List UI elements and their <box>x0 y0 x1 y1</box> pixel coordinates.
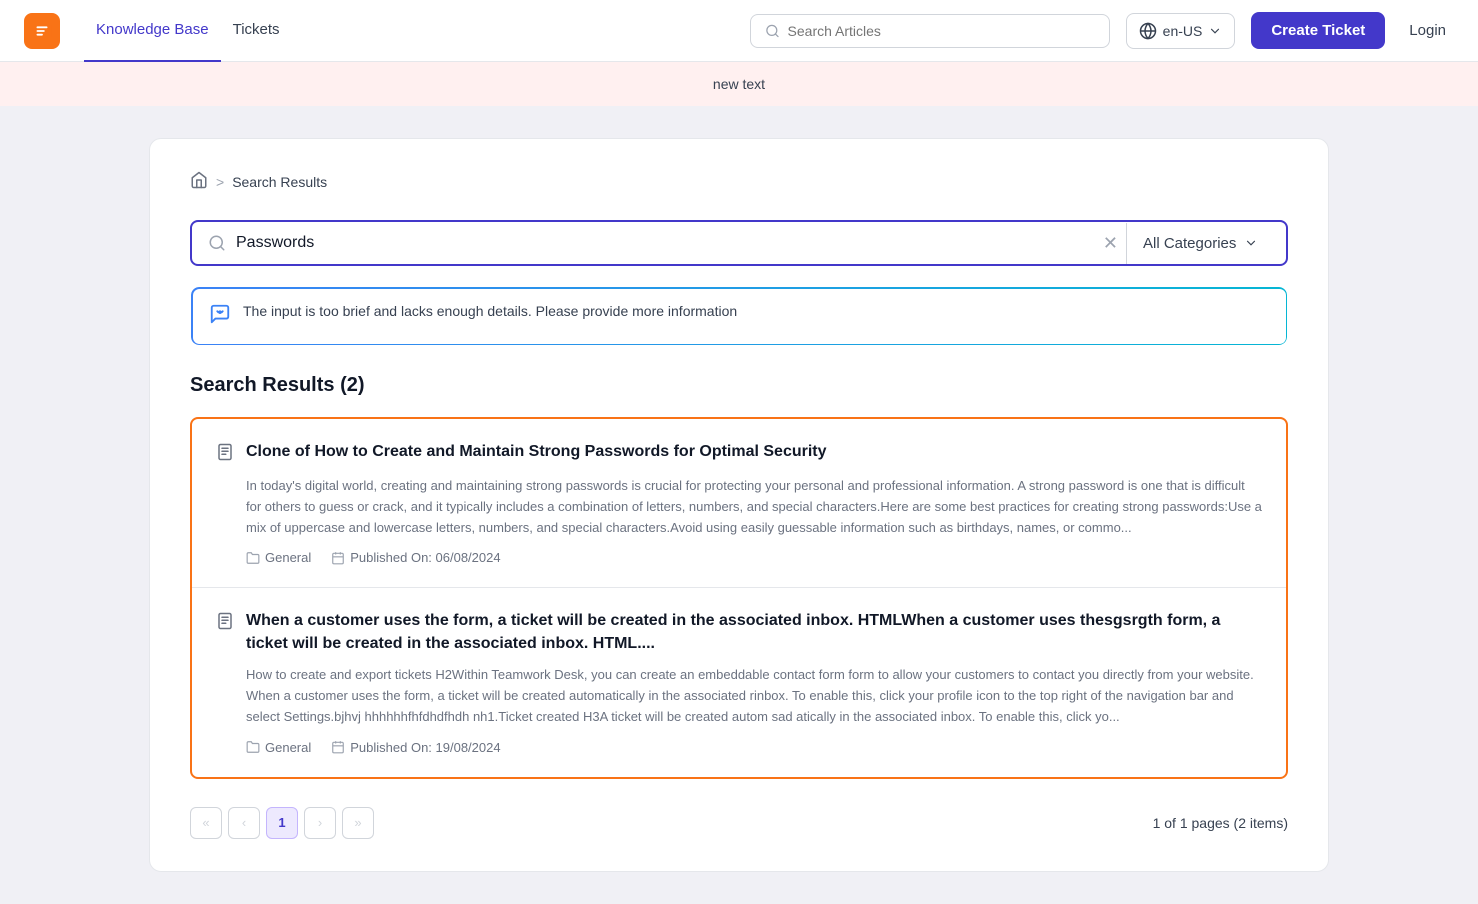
result-category-1: General <box>246 550 311 565</box>
folder-icon-2 <box>246 740 260 754</box>
nav: Knowledge Base Tickets <box>84 0 292 62</box>
breadcrumb-separator: > <box>216 174 224 190</box>
breadcrumb: > Search Results <box>190 171 1288 192</box>
main-content: > Search Results ✕ All Categories The <box>149 138 1329 872</box>
result-meta-2: General Published On: 19/08/2024 <box>246 740 1262 755</box>
header-search-bar[interactable] <box>750 14 1110 48</box>
result-category-2: General <box>246 740 311 755</box>
result-title-2: When a customer uses the form, a ticket … <box>246 610 1262 655</box>
nav-tickets[interactable]: Tickets <box>221 0 292 62</box>
pagination-controls: « ‹ 1 › » <box>190 807 374 839</box>
page-1-button[interactable]: 1 <box>266 807 298 839</box>
dropdown-chevron-icon <box>1244 236 1258 250</box>
result-item-1[interactable]: Clone of How to Create and Maintain Stro… <box>192 419 1286 588</box>
logo-icon <box>24 13 60 49</box>
home-icon[interactable] <box>190 171 208 192</box>
result-title-1: Clone of How to Create and Maintain Stro… <box>246 441 827 463</box>
info-message-text: The input is too brief and lacks enough … <box>243 301 737 322</box>
search-icon-main <box>208 234 226 252</box>
category-dropdown[interactable]: All Categories <box>1126 223 1286 264</box>
category-label: All Categories <box>1143 235 1236 252</box>
clear-search-icon[interactable]: ✕ <box>1095 233 1126 254</box>
result-excerpt-2: How to create and export tickets H2Withi… <box>246 665 1262 727</box>
result-date-2: Published On: 19/08/2024 <box>331 740 500 755</box>
search-icon <box>765 23 780 39</box>
chevron-down-icon <box>1208 24 1222 38</box>
banner-text: new text <box>713 76 765 92</box>
header: Knowledge Base Tickets en-US Create Tick… <box>0 0 1478 62</box>
result-excerpt-1: In today's digital world, creating and m… <box>246 476 1262 538</box>
page-info: 1 of 1 pages (2 items) <box>1153 815 1288 831</box>
article-icon-1 <box>216 443 234 466</box>
nav-knowledge-base[interactable]: Knowledge Base <box>84 0 221 62</box>
info-bot-icon <box>209 303 231 331</box>
results-list: Clone of How to Create and Maintain Stro… <box>190 417 1288 779</box>
create-ticket-button[interactable]: Create Ticket <box>1251 12 1385 49</box>
main-search-box[interactable]: ✕ All Categories <box>190 220 1288 266</box>
globe-icon <box>1139 22 1157 40</box>
language-selector[interactable]: en-US <box>1126 13 1236 49</box>
next-page-button[interactable]: › <box>304 807 336 839</box>
result-item-2[interactable]: When a customer uses the form, a ticket … <box>192 588 1286 776</box>
first-page-button[interactable]: « <box>190 807 222 839</box>
last-page-button[interactable]: » <box>342 807 374 839</box>
calendar-icon-1 <box>331 551 345 565</box>
folder-icon-1 <box>246 551 260 565</box>
prev-page-button[interactable]: ‹ <box>228 807 260 839</box>
calendar-icon-2 <box>331 740 345 754</box>
lang-label: en-US <box>1163 23 1203 39</box>
pagination: « ‹ 1 › » 1 of 1 pages (2 items) <box>190 807 1288 839</box>
login-button[interactable]: Login <box>1401 22 1454 39</box>
main-search-input[interactable] <box>236 234 1079 252</box>
announcement-banner: new text <box>0 62 1478 106</box>
breadcrumb-current: Search Results <box>232 174 327 190</box>
article-icon-2 <box>216 612 234 635</box>
result-date-1: Published On: 06/08/2024 <box>331 550 500 565</box>
results-heading: Search Results (2) <box>190 374 1288 397</box>
header-search-input[interactable] <box>788 23 1095 39</box>
result-meta-1: General Published On: 06/08/2024 <box>246 550 1262 565</box>
info-message-box: The input is too brief and lacks enough … <box>190 286 1288 346</box>
